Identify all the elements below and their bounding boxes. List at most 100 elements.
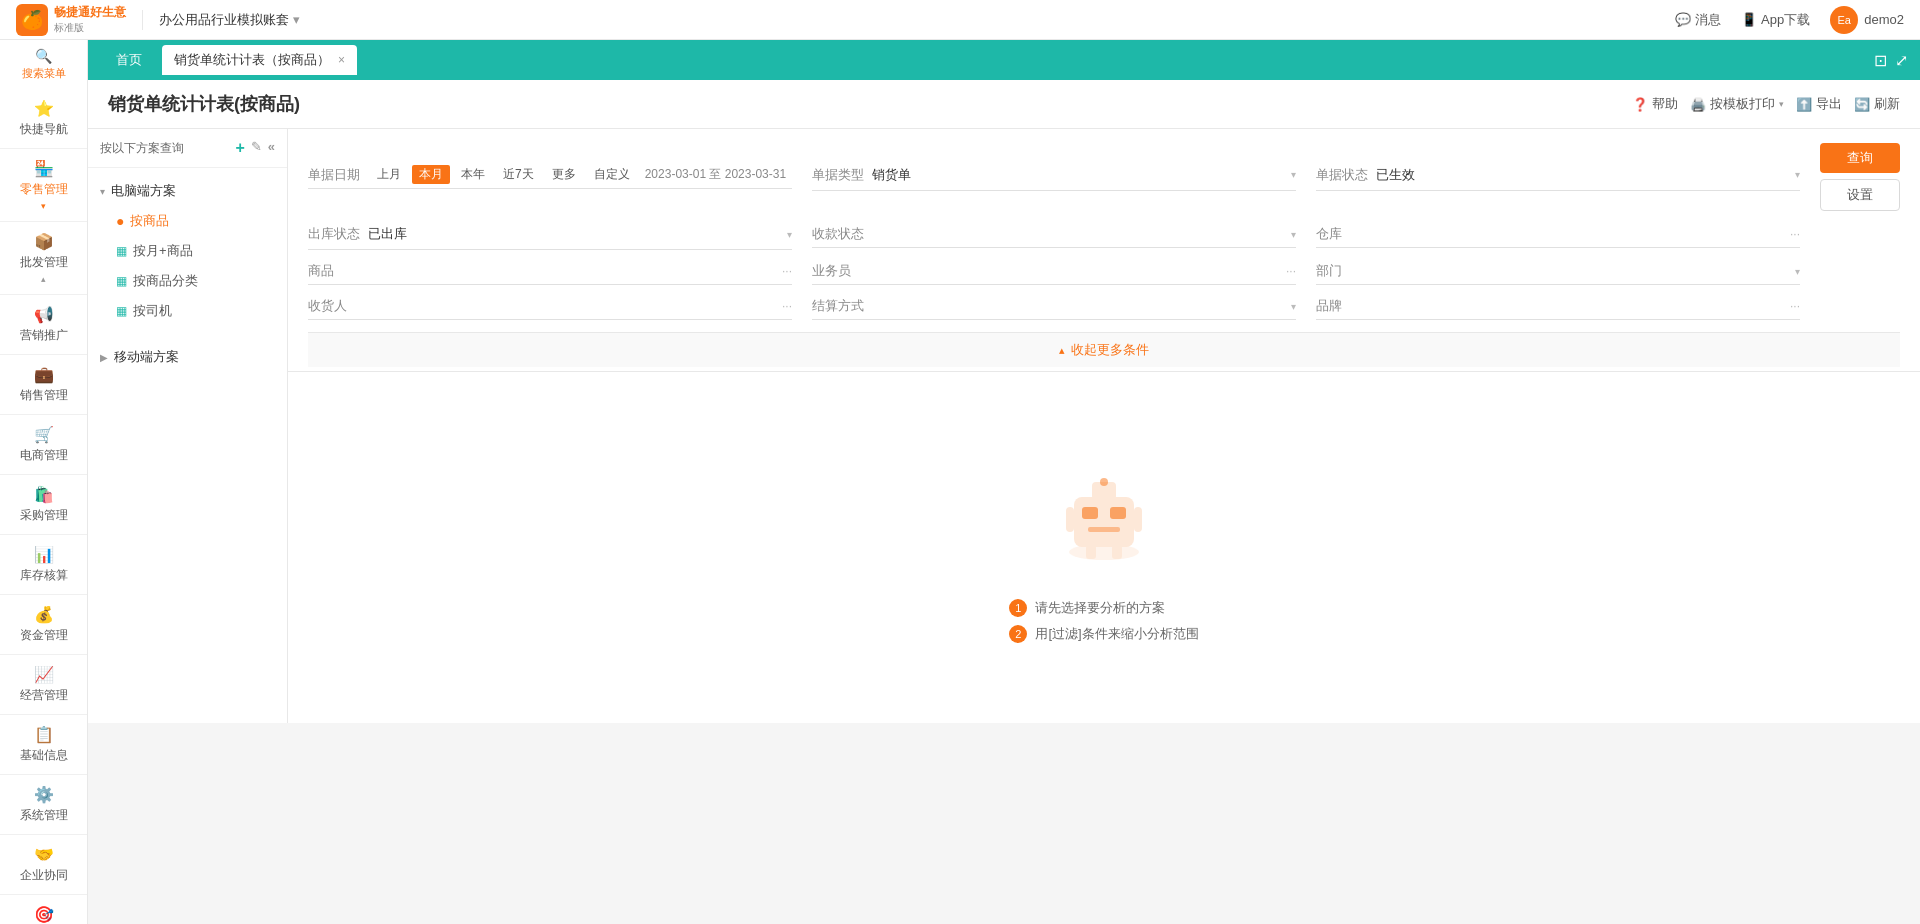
collapse-panel-btn[interactable]: «	[268, 139, 275, 157]
svg-rect-8	[1134, 507, 1142, 532]
doc-type-field: 单据类型 销货单 ▾	[812, 164, 1296, 191]
app-download-btn[interactable]: 📱 App下载	[1741, 11, 1810, 29]
date-tab-7days[interactable]: 近7天	[496, 165, 541, 184]
tree-item-by-product[interactable]: ● 按商品	[88, 206, 287, 236]
date-tab-this-year[interactable]: 本年	[454, 165, 492, 184]
warehouse-dots-icon[interactable]: ···	[1790, 227, 1800, 241]
query-button[interactable]: 查询	[1820, 143, 1900, 173]
receive-status-field: 收款状态 ▾	[812, 225, 1296, 248]
empty-icon	[1044, 452, 1164, 575]
logo: 🍊 畅捷通好生意 标准版	[16, 4, 126, 36]
doc-type-arrow-icon[interactable]: ▾	[1291, 169, 1296, 180]
consignee-dots-icon[interactable]: ···	[782, 299, 792, 313]
left-panel-header: 按以下方案查询 + ✎ «	[88, 129, 287, 168]
page-content: 销货单统计计表(按商品) ❓ 帮助 🖨️ 按模板打印 ▾ ⬆️ 导出	[88, 80, 1920, 924]
salesperson-dots-icon[interactable]: ···	[1286, 264, 1296, 278]
logo-text: 畅捷通好生意 标准版	[54, 4, 126, 35]
out-status-field: 出库状态 已出库 ▾	[308, 223, 792, 250]
edit-scheme-btn[interactable]: ✎	[251, 139, 262, 157]
tree-desktop-label[interactable]: ▾ 电脑端方案	[88, 176, 287, 206]
empty-tip-1: 1 请先选择要分析的方案	[1009, 599, 1198, 617]
topbar-divider	[142, 10, 143, 30]
filter-row-4: 收货人 ··· 结算方式 ▾ 品牌	[308, 297, 1900, 320]
left-panel: 按以下方案查询 + ✎ « ▾ 电脑端方案 ●	[88, 129, 288, 723]
doc-status-arrow-icon[interactable]: ▾	[1795, 169, 1800, 180]
retail-icon: 🏪	[34, 159, 54, 178]
tree-item-by-driver[interactable]: ▦ 按司机	[88, 296, 287, 326]
empty-tip-2: 2 用[过滤]条件来缩小分析范围	[1009, 625, 1198, 643]
refresh-btn[interactable]: 🔄 刷新	[1854, 95, 1900, 113]
date-tab-custom[interactable]: 自定义	[587, 165, 637, 184]
collapse-filters-btn[interactable]: ▴ 收起更多条件	[308, 332, 1900, 367]
refresh-icon: 🔄	[1854, 97, 1870, 112]
date-field: 单据日期 上月 本月 本年 近7天 更多 自定义 2023-03-01 至 20…	[308, 165, 792, 189]
print-icon: 🖨️	[1690, 97, 1706, 112]
message-btn[interactable]: 💬 消息	[1675, 11, 1721, 29]
sidebar-item-operation[interactable]: 📈 经营管理	[0, 655, 87, 715]
settings-button[interactable]: 设置	[1820, 179, 1900, 211]
tree-mobile-label[interactable]: ▶ 移动端方案	[88, 342, 287, 372]
add-scheme-btn[interactable]: +	[235, 139, 244, 157]
sidebar-shortcut[interactable]: ⭐ 快捷导航	[0, 89, 87, 149]
sidebar-item-guide[interactable]: 🎯 新手引导	[0, 895, 87, 924]
app-icon: 📱	[1741, 12, 1757, 27]
chevron-down-icon: ▾	[41, 201, 46, 211]
user-avatar[interactable]: Ea demo2	[1830, 6, 1904, 34]
brand-dots-icon[interactable]: ···	[1790, 299, 1800, 313]
sidebar-item-basic[interactable]: 📋 基础信息	[0, 715, 87, 775]
tab-bar: 首页 销货单统计计表（按商品） × ⊡ ⤢	[88, 40, 1920, 80]
date-tab-this-month[interactable]: 本月	[412, 165, 450, 184]
sidebar-item-marketing[interactable]: 📢 营销推广	[0, 295, 87, 355]
shortcut-icon: ⭐	[34, 99, 54, 118]
sidebar-item-retail[interactable]: 🏪 零售管理 ▾	[0, 149, 87, 222]
filter-row-3: 商品 ··· 业务员 ··· 部门	[308, 262, 1900, 285]
empty-tips: 1 请先选择要分析的方案 2 用[过滤]条件来缩小分析范围	[1009, 599, 1198, 643]
tab-home[interactable]: 首页	[100, 45, 158, 75]
svg-rect-1	[1074, 497, 1134, 547]
filter-row-2: 出库状态 已出库 ▾ 收款状态 ▾ 仓库	[308, 223, 1900, 250]
date-tab-more[interactable]: 更多	[545, 165, 583, 184]
export-btn[interactable]: ⬆️ 导出	[1796, 95, 1842, 113]
filter-panel: 单据日期 上月 本月 本年 近7天 更多 自定义 2023-03-01 至 20…	[288, 129, 1920, 372]
topbar-right: 💬 消息 📱 App下载 Ea demo2	[1675, 6, 1904, 34]
help-btn[interactable]: ❓ 帮助	[1632, 95, 1678, 113]
help-icon: ❓	[1632, 97, 1648, 112]
marketing-icon: 📢	[34, 305, 54, 324]
tree-item-by-month-product[interactable]: ▦ 按月+商品	[88, 236, 287, 266]
tab-close-icon[interactable]: ×	[338, 53, 345, 67]
system-icon: ⚙️	[34, 785, 54, 804]
tab-minimize-icon[interactable]: ⊡	[1874, 51, 1887, 70]
industry-selector[interactable]: 办公用品行业模拟账套 ▾	[159, 11, 300, 29]
tab-maximize-icon[interactable]: ⤢	[1895, 51, 1908, 70]
sidebar-item-sales[interactable]: 💼 销售管理	[0, 355, 87, 415]
finance-icon: 💰	[34, 605, 54, 624]
product-dots-icon[interactable]: ···	[782, 264, 792, 278]
sidebar-item-enterprise[interactable]: 🤝 企业协同	[0, 835, 87, 895]
out-status-arrow-icon[interactable]: ▾	[787, 229, 792, 240]
ecommerce-icon: 🛒	[34, 425, 54, 444]
sidebar-item-wholesale[interactable]: 📦 批发管理 ▴	[0, 222, 87, 295]
date-tab-last-month[interactable]: 上月	[370, 165, 408, 184]
tab-active[interactable]: 销货单统计计表（按商品） ×	[162, 45, 357, 75]
svg-rect-3	[1110, 507, 1126, 519]
product-field: 商品 ···	[308, 262, 792, 285]
tab-bar-right: ⊡ ⤢	[1874, 51, 1908, 70]
sidebar-search[interactable]: 🔍 搜索菜单	[0, 40, 87, 89]
svg-rect-2	[1082, 507, 1098, 519]
page-actions: ❓ 帮助 🖨️ 按模板打印 ▾ ⬆️ 导出 🔄 刷新	[1632, 95, 1900, 113]
payment-arrow-icon[interactable]: ▾	[1291, 301, 1296, 312]
sidebar-item-ecommerce[interactable]: 🛒 电商管理	[0, 415, 87, 475]
tree-desktop: ▾ 电脑端方案 ● 按商品 ▦ 按月+商品 ▦	[88, 168, 287, 334]
sidebar-item-finance[interactable]: 💰 资金管理	[0, 595, 87, 655]
tree-item-by-category[interactable]: ▦ 按商品分类	[88, 266, 287, 296]
sidebar-item-system[interactable]: ⚙️ 系统管理	[0, 775, 87, 835]
sidebar-item-inventory[interactable]: 📊 库存核算	[0, 535, 87, 595]
receive-status-arrow-icon[interactable]: ▾	[1291, 229, 1296, 240]
empty-state: 1 请先选择要分析的方案 2 用[过滤]条件来缩小分析范围	[288, 372, 1920, 723]
main-content: 按以下方案查询 + ✎ « ▾ 电脑端方案 ●	[88, 129, 1920, 723]
department-arrow-icon[interactable]: ▾	[1795, 266, 1800, 277]
print-btn[interactable]: 🖨️ 按模板打印 ▾	[1690, 95, 1784, 113]
sales-icon: 💼	[34, 365, 54, 384]
sidebar-item-purchase[interactable]: 🛍️ 采购管理	[0, 475, 87, 535]
right-content: 单据日期 上月 本月 本年 近7天 更多 自定义 2023-03-01 至 20…	[288, 129, 1920, 723]
